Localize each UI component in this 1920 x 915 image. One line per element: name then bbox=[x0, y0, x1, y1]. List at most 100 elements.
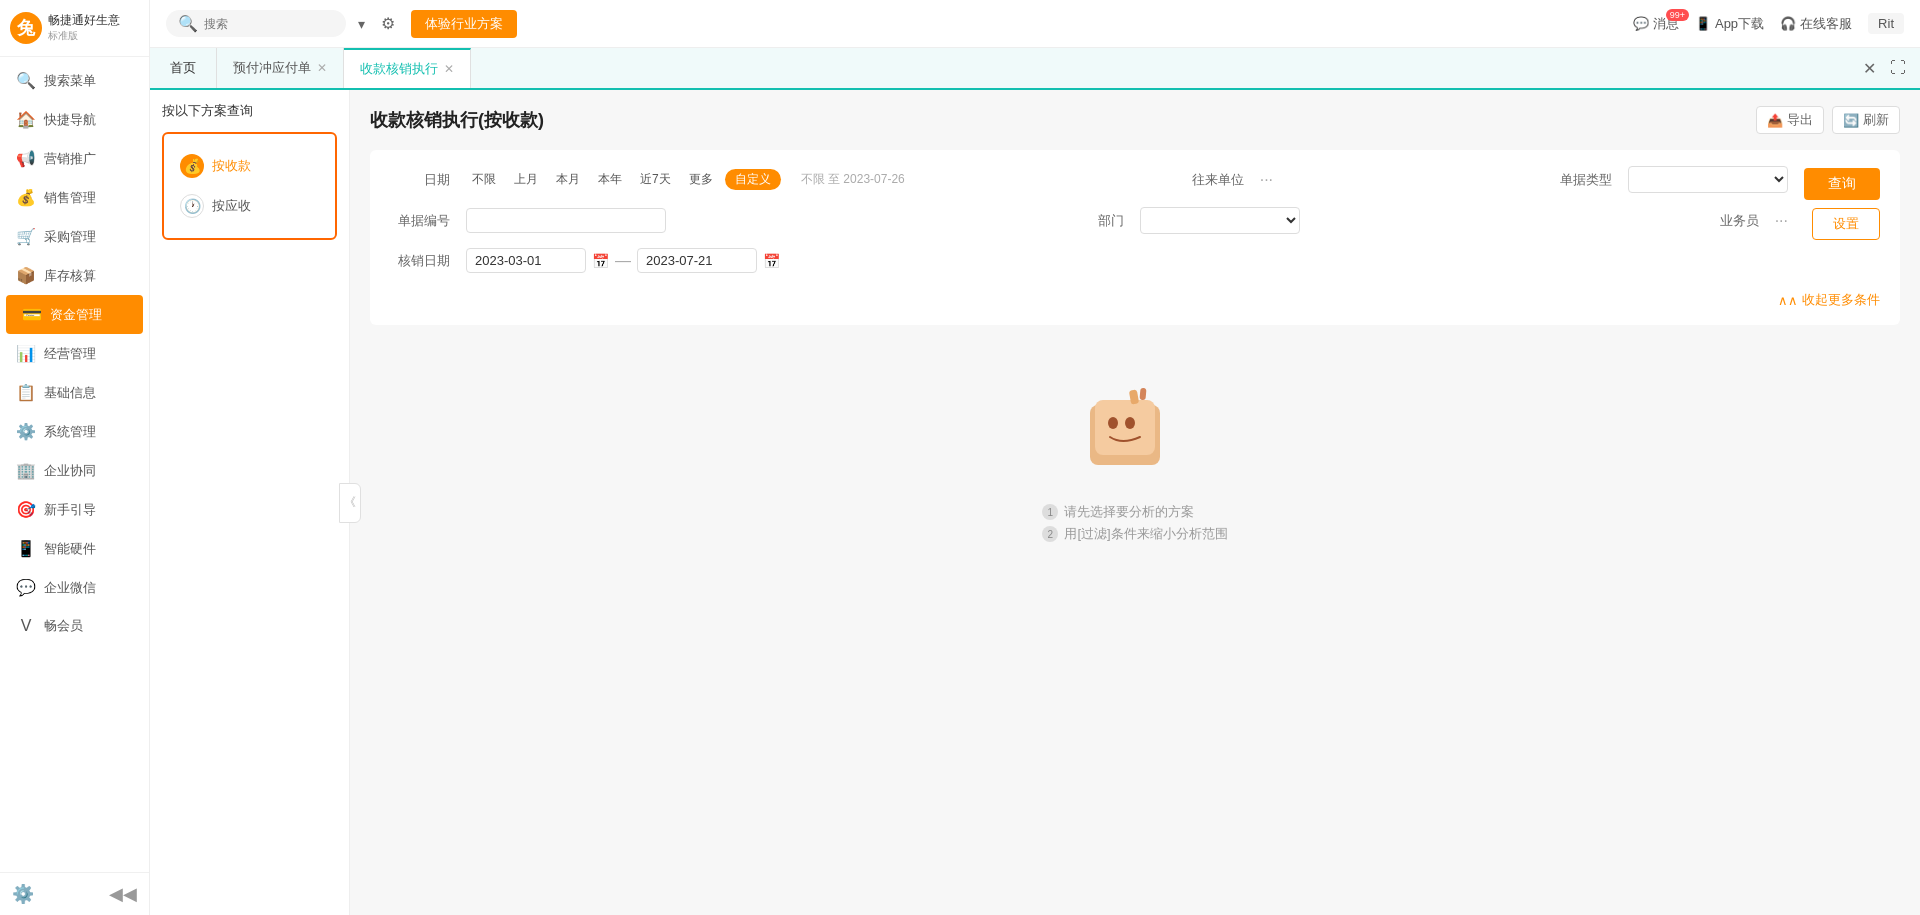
purchase-icon: 🛒 bbox=[16, 227, 36, 246]
sidebar-label-purchase: 采购管理 bbox=[44, 228, 96, 246]
date-custom[interactable]: 自定义 bbox=[725, 169, 781, 190]
tab-actions: ✕ ⛶ bbox=[1857, 48, 1920, 88]
receivable-label: 按应收 bbox=[212, 197, 251, 215]
sidebar-item-hardware[interactable]: 📱 智能硬件 bbox=[0, 529, 149, 568]
partner-label: 往来单位 bbox=[1184, 171, 1244, 189]
verify-date-start[interactable] bbox=[466, 248, 586, 273]
left-panel-title: 按以下方案查询 bbox=[162, 102, 337, 120]
content-area: 按以下方案查询 💰 按收款 🕐 按应收 《 收款核销执行(按收款) bbox=[150, 90, 1920, 915]
date-unlimited[interactable]: 不限 bbox=[466, 169, 502, 190]
system-icon: ⚙️ bbox=[16, 422, 36, 441]
sidebar-item-guide[interactable]: 🎯 新手引导 bbox=[0, 490, 149, 529]
staff-more-icon[interactable]: ··· bbox=[1775, 212, 1788, 230]
sidebar-label-marketing: 营销推广 bbox=[44, 150, 96, 168]
logo-icon: 兔 bbox=[10, 12, 42, 44]
collapse-conditions-btn[interactable]: ∧∧ 收起更多条件 bbox=[390, 291, 1880, 309]
sidebar-item-operation[interactable]: 📊 经营管理 bbox=[0, 334, 149, 373]
date-last7[interactable]: 近7天 bbox=[634, 169, 677, 190]
sidebar-label-shortcut: 快捷导航 bbox=[44, 111, 96, 129]
search-input[interactable] bbox=[204, 17, 324, 31]
query-by-receipt[interactable]: 💰 按收款 bbox=[174, 146, 325, 186]
date-display: 不限 至 2023-07-26 bbox=[801, 171, 905, 188]
chevron-up-icon: ∧∧ bbox=[1778, 293, 1798, 308]
user-info[interactable]: Rit bbox=[1868, 13, 1904, 34]
sidebar-item-basic[interactable]: 📋 基础信息 bbox=[0, 373, 149, 412]
tab-collection[interactable]: 收款核销执行 ✕ bbox=[344, 48, 471, 88]
empty-tip-1: 1 请先选择要分析的方案 bbox=[1042, 501, 1227, 523]
hardware-icon: 📱 bbox=[16, 539, 36, 558]
tab-prepay[interactable]: 预付冲应付单 ✕ bbox=[217, 48, 344, 88]
verify-date-end-cal[interactable]: 📅 bbox=[763, 253, 780, 269]
sidebar-label-hardware: 智能硬件 bbox=[44, 540, 96, 558]
logo-text: 畅捷通好生意 标准版 bbox=[48, 13, 120, 43]
bill-type-select[interactable] bbox=[1628, 166, 1788, 193]
svg-rect-1 bbox=[1095, 400, 1155, 455]
search-bar[interactable]: 🔍 bbox=[166, 10, 346, 37]
partner-more-icon[interactable]: ··· bbox=[1260, 171, 1273, 189]
refresh-btn[interactable]: 🔄 刷新 bbox=[1832, 106, 1900, 134]
sidebar-item-purchase[interactable]: 🛒 采购管理 bbox=[0, 217, 149, 256]
sidebar-item-marketing[interactable]: 📢 营销推广 bbox=[0, 139, 149, 178]
sidebar-label-system: 系统管理 bbox=[44, 423, 96, 441]
message-btn[interactable]: 💬 消息 99+ bbox=[1633, 15, 1679, 33]
collapse-sidebar-icon[interactable]: ◀◀ bbox=[109, 883, 137, 905]
industry-btn[interactable]: 体验行业方案 bbox=[411, 10, 517, 38]
marketing-icon: 📢 bbox=[16, 149, 36, 168]
verify-date-label: 核销日期 bbox=[390, 252, 450, 270]
export-btn[interactable]: 📤 导出 bbox=[1756, 106, 1824, 134]
date-last-month[interactable]: 上月 bbox=[508, 169, 544, 190]
online-service-btn[interactable]: 🎧 在线客服 bbox=[1780, 15, 1852, 33]
date-more[interactable]: 更多 bbox=[683, 169, 719, 190]
inventory-icon: 📦 bbox=[16, 266, 36, 285]
svg-point-2 bbox=[1108, 417, 1118, 429]
operation-icon: 📊 bbox=[16, 344, 36, 363]
date-this-year[interactable]: 本年 bbox=[592, 169, 628, 190]
settings-btn[interactable]: 设置 bbox=[1812, 208, 1880, 240]
date-this-month[interactable]: 本月 bbox=[550, 169, 586, 190]
sidebar-item-search[interactable]: 🔍 搜索菜单 bbox=[0, 61, 149, 100]
tab-collection-close[interactable]: ✕ bbox=[444, 62, 454, 76]
header-right: 💬 消息 99+ 📱 App下载 🎧 在线客服 Rit bbox=[1633, 13, 1904, 34]
close-tab-action[interactable]: ✕ bbox=[1857, 55, 1882, 82]
title-actions: 📤 导出 🔄 刷新 bbox=[1756, 106, 1900, 134]
sidebar-label-member: 畅会员 bbox=[44, 617, 83, 635]
empty-tip-2-text: 用[过滤]条件来缩小分析范围 bbox=[1064, 525, 1227, 543]
verify-date-start-cal[interactable]: 📅 bbox=[592, 253, 609, 269]
logo-line2: 标准版 bbox=[48, 29, 120, 43]
sidebar-item-wechat[interactable]: 💬 企业微信 bbox=[0, 568, 149, 607]
basic-icon: 📋 bbox=[16, 383, 36, 402]
expand-tab-action[interactable]: ⛶ bbox=[1884, 55, 1912, 81]
message-icon: 💬 bbox=[1633, 16, 1649, 31]
dept-label: 部门 bbox=[1064, 212, 1124, 230]
settings-footer-icon[interactable]: ⚙️ bbox=[12, 883, 34, 905]
date-label: 日期 bbox=[390, 171, 450, 189]
sidebar-label-search: 搜索菜单 bbox=[44, 72, 96, 90]
sidebar-item-enterprise[interactable]: 🏢 企业协同 bbox=[0, 451, 149, 490]
bill-no-input[interactable] bbox=[466, 208, 666, 233]
empty-tip-1-text: 请先选择要分析的方案 bbox=[1064, 503, 1194, 521]
app-download-btn[interactable]: 📱 App下载 bbox=[1695, 15, 1764, 33]
empty-tip-2: 2 用[过滤]条件来缩小分析范围 bbox=[1042, 523, 1227, 545]
staff-label: 业务员 bbox=[1699, 212, 1759, 230]
tab-home[interactable]: 首页 bbox=[150, 48, 217, 88]
sidebar-item-system[interactable]: ⚙️ 系统管理 bbox=[0, 412, 149, 451]
query-by-receivable[interactable]: 🕐 按应收 bbox=[174, 186, 325, 226]
search-dropdown-icon[interactable]: ▾ bbox=[358, 16, 365, 32]
download-icon: 📱 bbox=[1695, 16, 1711, 31]
sidebar-item-sales[interactable]: 💰 销售管理 bbox=[0, 178, 149, 217]
sidebar-label-basic: 基础信息 bbox=[44, 384, 96, 402]
query-btn[interactable]: 查询 bbox=[1804, 168, 1880, 200]
bill-type-label: 单据类型 bbox=[1552, 171, 1612, 189]
message-badge: 99+ bbox=[1666, 9, 1689, 21]
header-gear-icon[interactable]: ⚙ bbox=[381, 14, 395, 33]
dept-select[interactable] bbox=[1140, 207, 1300, 234]
collapse-left-panel-btn[interactable]: 《 bbox=[339, 483, 361, 523]
sidebar-item-inventory[interactable]: 📦 库存核算 bbox=[0, 256, 149, 295]
empty-tips: 1 请先选择要分析的方案 2 用[过滤]条件来缩小分析范围 bbox=[1042, 501, 1227, 545]
sidebar-item-member[interactable]: V 畅会员 bbox=[0, 607, 149, 645]
tab-prepay-close[interactable]: ✕ bbox=[317, 61, 327, 75]
verify-date-end[interactable] bbox=[637, 248, 757, 273]
sidebar-item-finance[interactable]: 💳 资金管理 bbox=[6, 295, 143, 334]
sidebar-item-shortcut[interactable]: 🏠 快捷导航 bbox=[0, 100, 149, 139]
svg-rect-5 bbox=[1139, 388, 1146, 400]
